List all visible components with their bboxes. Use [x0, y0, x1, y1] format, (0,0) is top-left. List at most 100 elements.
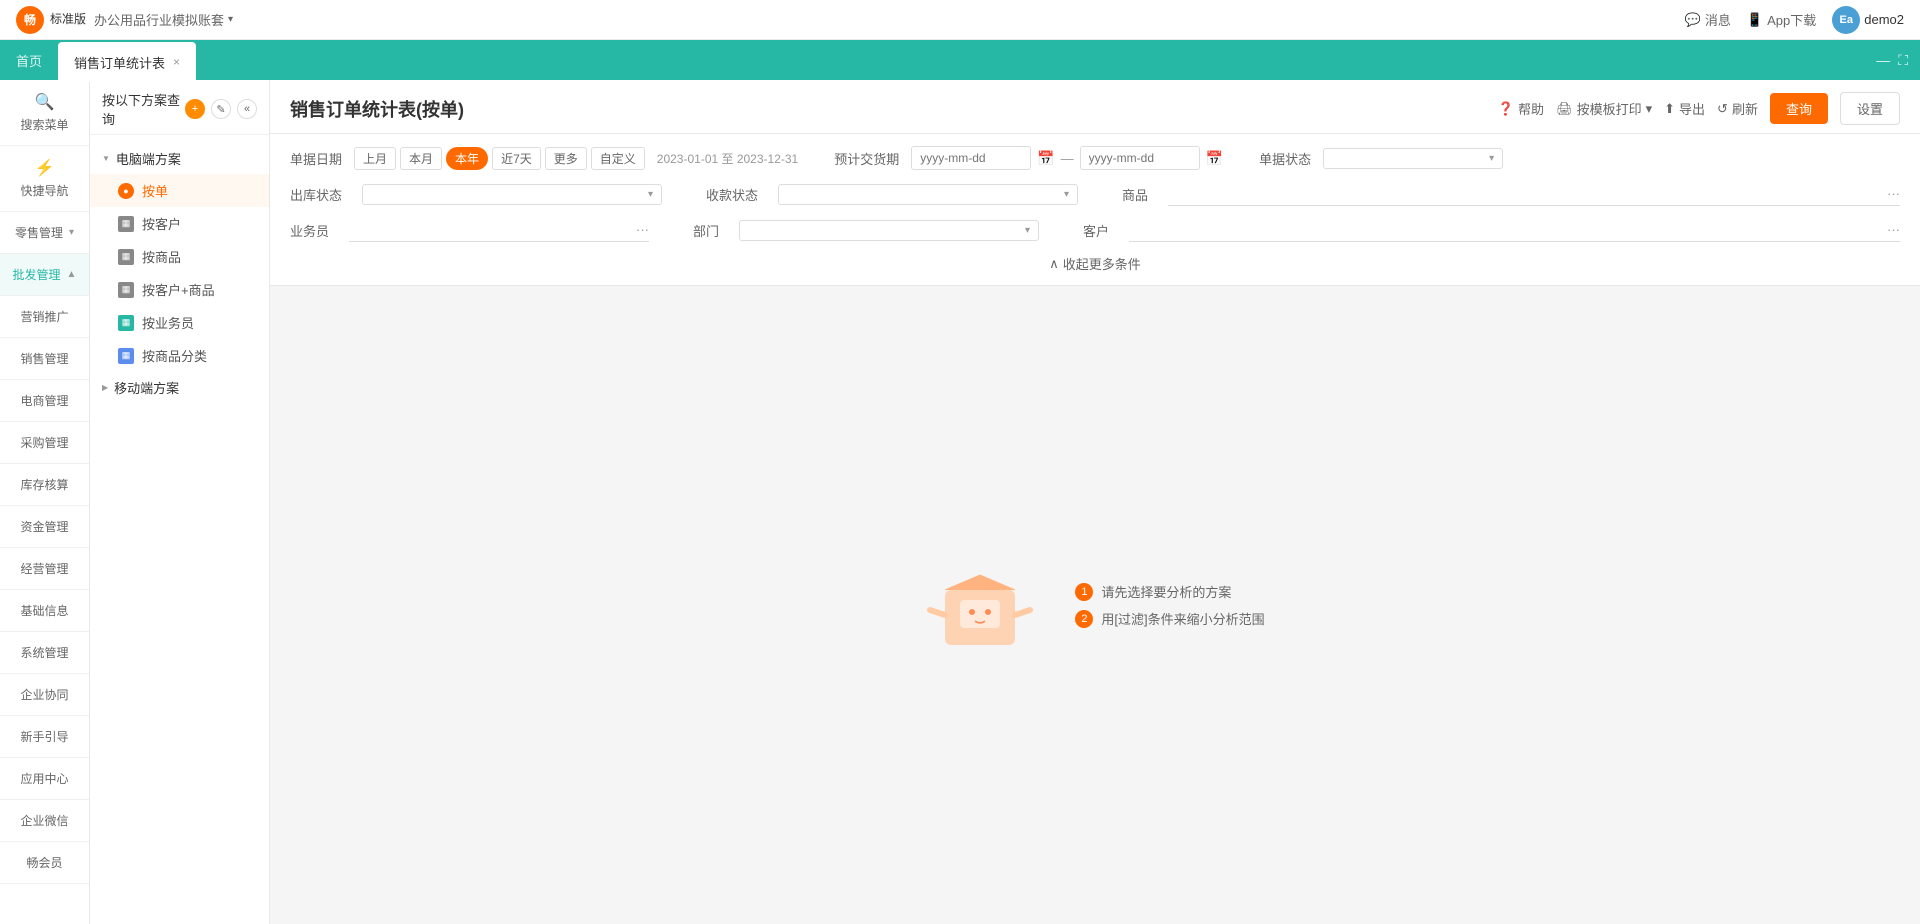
maximize-icon[interactable]: ⛶: [1898, 52, 1908, 69]
workspace-name: 办公用品行业模拟账套: [94, 10, 224, 29]
pc-group-triangle: ▼: [102, 154, 110, 163]
minimize-icon[interactable]: —: [1876, 52, 1890, 68]
scheme-item-by-customer[interactable]: ▦ 按客户: [90, 207, 269, 240]
main-layout: 🔍 搜索菜单 ⚡ 快捷导航 零售管理 ▾ 批发管理 ▲ 营销推广 销售管理 电商…: [0, 80, 1920, 924]
right-panel: 销售订单统计表(按单) ❓ 帮助 🖨 按模板打印 ▾ ⬆ 导出: [270, 80, 1920, 924]
date-btn-more[interactable]: 更多: [545, 147, 587, 170]
scheme-icon-by-salesperson: ▦: [118, 315, 134, 331]
product-input-area: ···: [1168, 182, 1900, 206]
date-btn-last7[interactable]: 近7天: [492, 147, 541, 170]
tab-home[interactable]: 首页: [0, 40, 58, 80]
scheme-group-mobile-header[interactable]: ▶ 移动端方案: [90, 372, 269, 403]
salesperson-ellipsis[interactable]: ···: [636, 222, 649, 237]
sidebar-item-finance[interactable]: 资金管理: [0, 506, 89, 548]
tab-close-btn[interactable]: ×: [173, 55, 180, 69]
sidebar-item-marketing[interactable]: 营销推广: [0, 296, 89, 338]
date-btn-custom[interactable]: 自定义: [591, 147, 645, 170]
workspace-selector[interactable]: 办公用品行业模拟账套 ▾: [94, 10, 233, 29]
sidebar-label-search: 搜索菜单: [20, 116, 68, 133]
quicknav-icon: ⚡: [35, 158, 55, 178]
user-name: demo2: [1864, 12, 1904, 27]
wholesale-arrow: ▲: [67, 269, 77, 280]
date-btns-group: 上月 本月 本年 近7天 更多 自定义: [354, 147, 645, 170]
shipping-status-select[interactable]: ▾: [362, 184, 662, 205]
end-cal-icon: 📅: [1206, 150, 1223, 167]
date-btn-last-month[interactable]: 上月: [354, 147, 396, 170]
collapse-panel-btn[interactable]: «: [237, 99, 257, 119]
print-icon: 🖨: [1556, 101, 1573, 117]
sidebar-item-sales[interactable]: 销售管理: [0, 338, 89, 380]
search-btn[interactable]: 查询: [1770, 93, 1828, 124]
sidebar-item-ecommerce[interactable]: 电商管理: [0, 380, 89, 422]
shipping-status-arrow: ▾: [648, 189, 653, 200]
settings-btn[interactable]: 设置: [1840, 92, 1900, 125]
customer-input-area: ···: [1129, 218, 1900, 242]
app-download-btn[interactable]: 📱 App下载: [1747, 10, 1816, 29]
sidebar-item-system[interactable]: 系统管理: [0, 632, 89, 674]
logo-area: 畅 标准版: [16, 6, 86, 34]
sidebar: 🔍 搜索菜单 ⚡ 快捷导航 零售管理 ▾ 批发管理 ▲ 营销推广 销售管理 电商…: [0, 80, 90, 924]
product-ellipsis[interactable]: ···: [1887, 186, 1900, 201]
add-scheme-btn[interactable]: +: [185, 99, 205, 119]
sidebar-item-wholesale[interactable]: 批发管理 ▲: [0, 254, 89, 296]
sidebar-item-member[interactable]: 畅会员: [0, 842, 89, 884]
shipping-status-label: 出库状态: [290, 185, 342, 204]
sidebar-item-retail[interactable]: 零售管理 ▾: [0, 212, 89, 254]
sidebar-item-quicknav[interactable]: ⚡ 快捷导航: [0, 146, 89, 212]
sidebar-label-operations: 经营管理: [20, 560, 68, 577]
edit-scheme-btn[interactable]: ✎: [211, 99, 231, 119]
scheme-item-by-cust-prod[interactable]: ▦ 按客户+商品: [90, 273, 269, 306]
department-select[interactable]: ▾: [739, 220, 1039, 241]
payment-status-select[interactable]: ▾: [778, 184, 1078, 205]
date-btn-this-year[interactable]: 本年: [446, 147, 488, 170]
scheme-item-by-order[interactable]: ● 按单: [90, 174, 269, 207]
scheme-item-by-category[interactable]: ▦ 按商品分类: [90, 339, 269, 372]
empty-tip-2: 2 用[过滤]条件来缩小分析范围: [1075, 609, 1264, 628]
expected-date-end[interactable]: [1080, 146, 1200, 170]
empty-tips: 1 请先选择要分析的方案 2 用[过滤]条件来缩小分析范围: [1075, 582, 1264, 628]
content-area: 按以下方案查询 + ✎ « ▼ 电脑端方案 ● 按单: [90, 80, 1920, 924]
mobile-group-triangle: ▶: [102, 383, 108, 392]
sidebar-label-base-info: 基础信息: [20, 602, 68, 619]
empty-illustration: [925, 555, 1045, 655]
scheme-label-by-order: 按单: [142, 181, 168, 200]
message-btn[interactable]: 💬 消息: [1685, 10, 1731, 29]
empty-state: 1 请先选择要分析的方案 2 用[过滤]条件来缩小分析范围: [925, 555, 1264, 655]
sidebar-item-corpwechat[interactable]: 企业微信: [0, 800, 89, 842]
sidebar-item-appcenter[interactable]: 应用中心: [0, 758, 89, 800]
scheme-item-by-product[interactable]: ▦ 按商品: [90, 240, 269, 273]
date-btn-this-month[interactable]: 本月: [400, 147, 442, 170]
help-icon: ❓: [1498, 101, 1514, 117]
sidebar-item-inventory[interactable]: 库存核算: [0, 464, 89, 506]
sidebar-label-purchase: 采购管理: [20, 434, 68, 451]
help-btn[interactable]: ❓ 帮助: [1498, 99, 1544, 118]
sidebar-label-system: 系统管理: [20, 644, 68, 661]
sidebar-item-base-info[interactable]: 基础信息: [0, 590, 89, 632]
order-status-arrow: ▾: [1489, 153, 1494, 164]
scheme-group-pc-header[interactable]: ▼ 电脑端方案: [90, 143, 269, 174]
scheme-item-by-salesperson[interactable]: ▦ 按业务员: [90, 306, 269, 339]
tab-sales-order[interactable]: 销售订单统计表 ×: [58, 42, 196, 82]
scheme-label-by-category: 按商品分类: [142, 346, 207, 365]
order-status-select[interactable]: ▾: [1323, 148, 1503, 169]
tip1-num: 1: [1075, 583, 1093, 601]
sidebar-item-search[interactable]: 🔍 搜索菜单: [0, 80, 89, 146]
print-btn[interactable]: 🖨 按模板打印 ▾: [1556, 99, 1652, 118]
sidebar-item-operations[interactable]: 经营管理: [0, 548, 89, 590]
refresh-btn[interactable]: ↺ 刷新: [1717, 99, 1758, 118]
date-label: 单据日期: [290, 149, 342, 168]
sidebar-label-appcenter: 应用中心: [20, 770, 68, 787]
sidebar-item-newuser[interactable]: 新手引导: [0, 716, 89, 758]
collapse-filter-btn[interactable]: ∧ 收起更多条件: [290, 254, 1900, 273]
left-panel-actions: + ✎ «: [185, 99, 257, 119]
user-area[interactable]: Ea demo2: [1832, 6, 1904, 34]
export-btn[interactable]: ⬆ 导出: [1664, 99, 1705, 118]
refresh-label: 刷新: [1732, 99, 1758, 118]
expected-date-start[interactable]: [911, 146, 1031, 170]
sidebar-item-purchase[interactable]: 采购管理: [0, 422, 89, 464]
date-sep: —: [1061, 151, 1074, 166]
sidebar-item-enterprise[interactable]: 企业协同: [0, 674, 89, 716]
scheme-icon-by-category: ▦: [118, 348, 134, 364]
export-icon: ⬆: [1664, 101, 1675, 117]
customer-ellipsis[interactable]: ···: [1887, 222, 1900, 237]
